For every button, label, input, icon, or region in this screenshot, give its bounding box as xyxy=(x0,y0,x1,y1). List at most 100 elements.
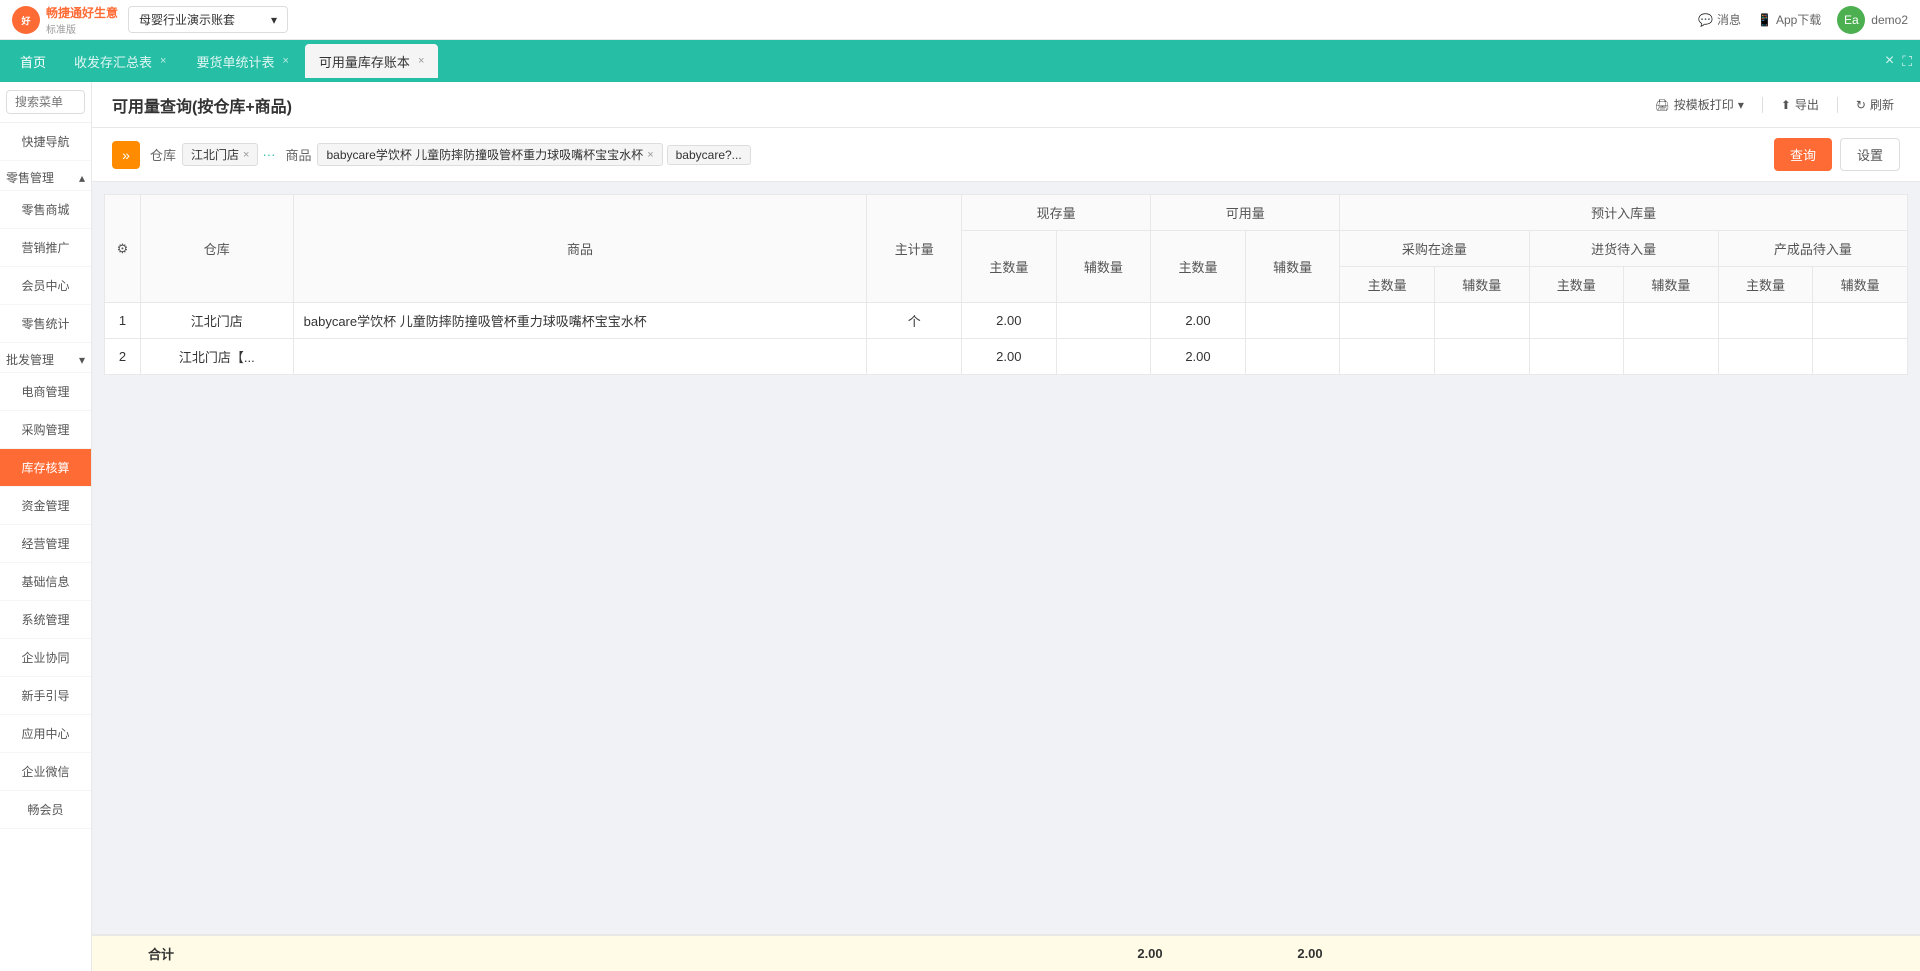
th-prod-aux: 辅数量 xyxy=(1813,267,1908,303)
chevron-down-icon: ▾ xyxy=(271,13,277,27)
tab-shoufacun[interactable]: 收发存汇总表 × xyxy=(60,44,180,78)
filter-action-btns: 查询 设置 xyxy=(1774,138,1900,171)
avatar-text: Ea xyxy=(1844,13,1859,27)
sidebar-item-finance[interactable]: 资金管理 xyxy=(0,487,91,525)
row-pt-main xyxy=(1340,303,1435,339)
print-btn[interactable]: 🖨 按模板打印 ▾ xyxy=(1649,92,1750,117)
row-product xyxy=(293,339,867,375)
remove-warehouse-tag-btn[interactable]: × xyxy=(243,149,249,161)
chevron-icon: ▴ xyxy=(79,171,85,185)
row-pp-main xyxy=(1529,303,1624,339)
row-prod-aux xyxy=(1813,303,1908,339)
sidebar-item-sys-mgmt[interactable]: 系统管理 xyxy=(0,601,91,639)
row-pp-aux xyxy=(1624,339,1719,375)
filter-toggle-btn[interactable]: » xyxy=(112,141,140,169)
page-header: 可用量查询(按仓库+商品) 🖨 按模板打印 ▾ ⬆ 导出 ↻ 刷新 xyxy=(92,82,1920,128)
row-pp-aux xyxy=(1624,303,1719,339)
divider xyxy=(1837,97,1838,113)
th-warehouse: 仓库 xyxy=(141,195,294,303)
refresh-btn[interactable]: ↻ 刷新 xyxy=(1850,92,1900,117)
th-purchase-transit: 采购在途量 xyxy=(1340,231,1529,267)
settings-btn[interactable]: 设置 xyxy=(1840,138,1900,171)
query-btn[interactable]: 查询 xyxy=(1774,138,1832,171)
sidebar-item-operations[interactable]: 经营管理 xyxy=(0,525,91,563)
row-avail-aux xyxy=(1245,339,1340,375)
user-area[interactable]: Ea demo2 xyxy=(1837,6,1908,34)
footer-avail-main: 2.00 xyxy=(1270,946,1350,961)
logo-icon: 好 xyxy=(12,6,40,34)
sidebar-item-basic-info[interactable]: 基础信息 xyxy=(0,563,91,601)
product-tag-value-1: babycare?... xyxy=(676,148,742,162)
sidebar-item-app-center[interactable]: 应用中心 xyxy=(0,715,91,753)
msg-btn[interactable]: 💬 消息 xyxy=(1698,11,1741,28)
th-prod-main: 主数量 xyxy=(1718,267,1813,303)
close-icon[interactable]: × xyxy=(282,55,288,67)
sidebar: 快捷导航 零售管理 ▴ 零售商城 营销推广 会员中心 零售统计 批发管理 ▾ 电… xyxy=(0,82,92,971)
tab-yaohuo[interactable]: 要货单统计表 × xyxy=(182,44,302,78)
download-btn[interactable]: 📱 App下载 xyxy=(1757,11,1821,28)
filter-warehouse: 仓库 江北门店 × ··· xyxy=(150,143,275,166)
tab-kekuyucun[interactable]: 可用量库存账本 × xyxy=(305,44,438,78)
sidebar-item-inventory[interactable]: 库存核算 xyxy=(0,449,91,487)
page-title: 可用量查询(按仓库+商品) xyxy=(112,93,292,117)
table-footer: 合计 2.00 2.00 xyxy=(92,934,1920,971)
row-warehouse: 江北门店 xyxy=(141,303,294,339)
th-avail-aux: 辅数量 xyxy=(1245,231,1340,303)
content-area: 可用量查询(按仓库+商品) 🖨 按模板打印 ▾ ⬆ 导出 ↻ 刷新 xyxy=(92,82,1920,971)
top-bar: 好 畅捷通好生意 标准版 母婴行业演示账套 ▾ 💬 消息 📱 App下载 Ea … xyxy=(0,0,1920,40)
sidebar-item-purchase-mgmt[interactable]: 采购管理 xyxy=(0,411,91,449)
row-pt-main xyxy=(1340,339,1435,375)
row-avail-aux xyxy=(1245,303,1340,339)
expand-btn[interactable]: ⛶ xyxy=(1902,53,1912,70)
sidebar-item-ecom-mgmt[interactable]: 电商管理 xyxy=(0,373,91,411)
sidebar-item-zero-sales[interactable]: 零售管理 ▴ xyxy=(0,161,91,191)
row-prod-main xyxy=(1718,303,1813,339)
close-all-btn[interactable]: × xyxy=(1885,52,1894,70)
row-avail-main: 2.00 xyxy=(1151,339,1246,375)
sidebar-search-area xyxy=(0,82,91,123)
sidebar-item-quick-nav[interactable]: 快捷导航 xyxy=(0,123,91,161)
industry-selector[interactable]: 母婴行业演示账套 ▾ xyxy=(128,6,288,33)
sidebar-item-member2[interactable]: 畅会员 xyxy=(0,791,91,829)
row-warehouse: 江北门店【... xyxy=(141,339,294,375)
export-label: 导出 xyxy=(1795,96,1819,113)
product-tag-1: babycare?... xyxy=(667,145,751,165)
top-bar-right: 💬 消息 📱 App下载 Ea demo2 xyxy=(1698,6,1908,34)
sidebar-item-marketing[interactable]: 营销推广 xyxy=(0,229,91,267)
sidebar-item-new-guide[interactable]: 新手引导 xyxy=(0,677,91,715)
sidebar-item-zero-mall[interactable]: 零售商城 xyxy=(0,191,91,229)
product-tags: babycare学饮杯 儿童防摔防撞吸管杯重力球吸嘴杯宝宝水杯 × babyca… xyxy=(317,143,750,166)
th-pp-main: 主数量 xyxy=(1529,267,1624,303)
row-stock-aux xyxy=(1056,339,1151,375)
footer-stock-main: 2.00 xyxy=(1110,946,1190,961)
message-icon: 💬 xyxy=(1698,13,1713,27)
username: demo2 xyxy=(1871,13,1908,27)
printer-icon: 🖨 xyxy=(1655,98,1670,112)
product-tag-value-0: babycare学饮杯 儿童防摔防撞吸管杯重力球吸嘴杯宝宝水杯 xyxy=(326,146,643,163)
remove-product-tag-0-btn[interactable]: × xyxy=(647,149,653,161)
svg-text:好: 好 xyxy=(20,15,30,26)
th-pp-aux: 辅数量 xyxy=(1624,267,1719,303)
sidebar-item-enterprise[interactable]: 企业协同 xyxy=(0,639,91,677)
download-label: App下载 xyxy=(1776,11,1821,28)
logo-text-area: 畅捷通好生意 标准版 xyxy=(46,4,118,36)
th-stock-main: 主数量 xyxy=(962,231,1057,303)
close-icon[interactable]: × xyxy=(418,55,424,67)
product-tag-0: babycare学饮杯 儿童防摔防撞吸管杯重力球吸嘴杯宝宝水杯 × xyxy=(317,143,662,166)
search-input[interactable] xyxy=(6,90,85,114)
warehouse-label: 仓库 xyxy=(150,145,176,164)
sidebar-item-batch-mgmt[interactable]: 批发管理 ▾ xyxy=(0,343,91,373)
industry-selector-value: 母婴行业演示账套 xyxy=(139,11,235,28)
row-product: babycare学饮杯 儿童防摔防撞吸管杯重力球吸嘴杯宝宝水杯 xyxy=(293,303,867,339)
sidebar-item-member[interactable]: 会员中心 xyxy=(0,267,91,305)
tab-home[interactable]: 首页 xyxy=(8,44,58,78)
logo-subtitle: 标准版 xyxy=(46,21,118,36)
table-row: 2 江北门店【... 2.00 2.00 xyxy=(105,339,1908,375)
export-btn[interactable]: ⬆ 导出 xyxy=(1775,92,1825,117)
sidebar-item-enterprise-wechat[interactable]: 企业微信 xyxy=(0,753,91,791)
more-filter-btn[interactable]: ··· xyxy=(262,147,275,162)
close-icon[interactable]: × xyxy=(160,55,166,67)
chevron-icon: ▾ xyxy=(79,353,85,367)
row-prod-aux xyxy=(1813,339,1908,375)
sidebar-item-zero-stats[interactable]: 零售统计 xyxy=(0,305,91,343)
